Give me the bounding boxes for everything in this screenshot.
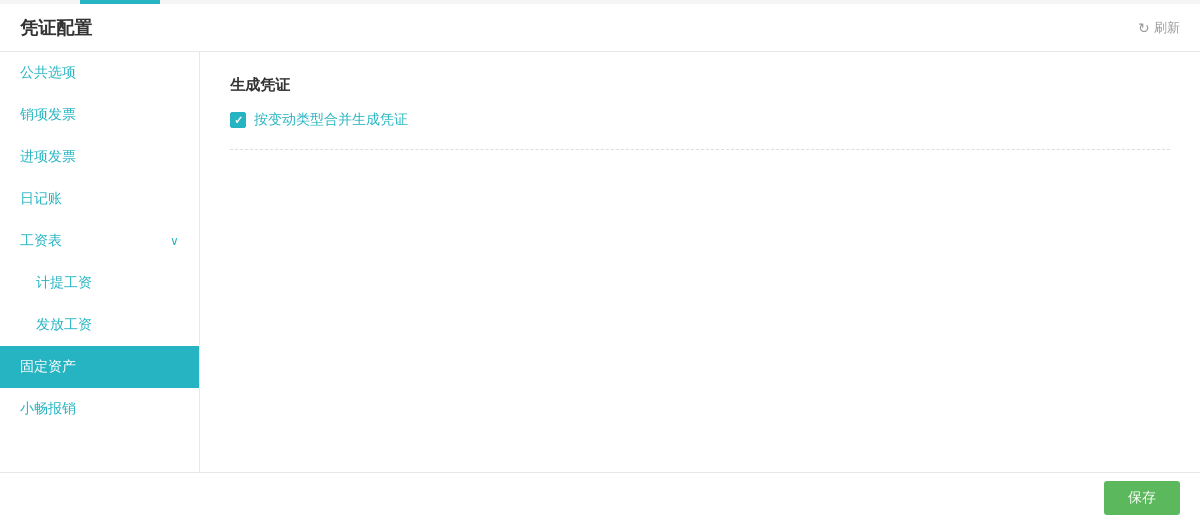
section-title: 生成凭证 [230,76,1170,95]
chevron-down-icon: ∨ [170,234,179,248]
sidebar-item-label: 计提工资 [36,274,92,292]
section-divider [230,149,1170,150]
refresh-button[interactable]: ↻ 刷新 [1138,19,1180,37]
sidebar-item-sales-invoice[interactable]: 销项发票 [0,94,199,136]
sidebar-item-label: 日记账 [20,190,62,208]
sidebar-item-journal[interactable]: 日记账 [0,178,199,220]
merge-checkbox[interactable] [230,112,246,128]
sidebar-item-label: 固定资产 [20,358,76,376]
sidebar-item-purchase-invoice[interactable]: 进项发票 [0,136,199,178]
merge-checkbox-label[interactable]: 按变动类型合并生成凭证 [254,111,408,129]
page-header: 凭证配置 ↻ 刷新 [0,4,1200,52]
page-footer: 保存 [0,472,1200,522]
sidebar-item-label: 工资表 [20,232,62,250]
sidebar-item-label: 小畅报销 [20,400,76,418]
sidebar-item-label: 销项发票 [20,106,76,124]
sidebar-item-public[interactable]: 公共选项 [0,52,199,94]
sidebar-item-payroll[interactable]: 工资表 ∨ [0,220,199,262]
sidebar-item-label: 公共选项 [20,64,76,82]
save-button[interactable]: 保存 [1104,481,1180,515]
refresh-label: 刷新 [1154,19,1180,37]
content-area: 生成凭证 按变动类型合并生成凭证 [200,52,1200,472]
refresh-icon: ↻ [1138,20,1150,36]
main-area: 公共选项 销项发票 进项发票 日记账 工资表 ∨ 计提工资 发放工资 固定资产 … [0,52,1200,472]
top-indicator [0,0,1200,4]
sidebar-item-pay-payroll[interactable]: 发放工资 [0,304,199,346]
sidebar-item-expense[interactable]: 小畅报销 [0,388,199,430]
sidebar-item-fixed-assets[interactable]: 固定资产 [0,346,199,388]
page-title: 凭证配置 [20,16,92,40]
sidebar: 公共选项 销项发票 进项发票 日记账 工资表 ∨ 计提工资 发放工资 固定资产 … [0,52,200,472]
sidebar-item-calc-payroll[interactable]: 计提工资 [0,262,199,304]
sidebar-item-label: 进项发票 [20,148,76,166]
checkbox-row: 按变动类型合并生成凭证 [230,111,1170,129]
sidebar-item-label: 发放工资 [36,316,92,334]
